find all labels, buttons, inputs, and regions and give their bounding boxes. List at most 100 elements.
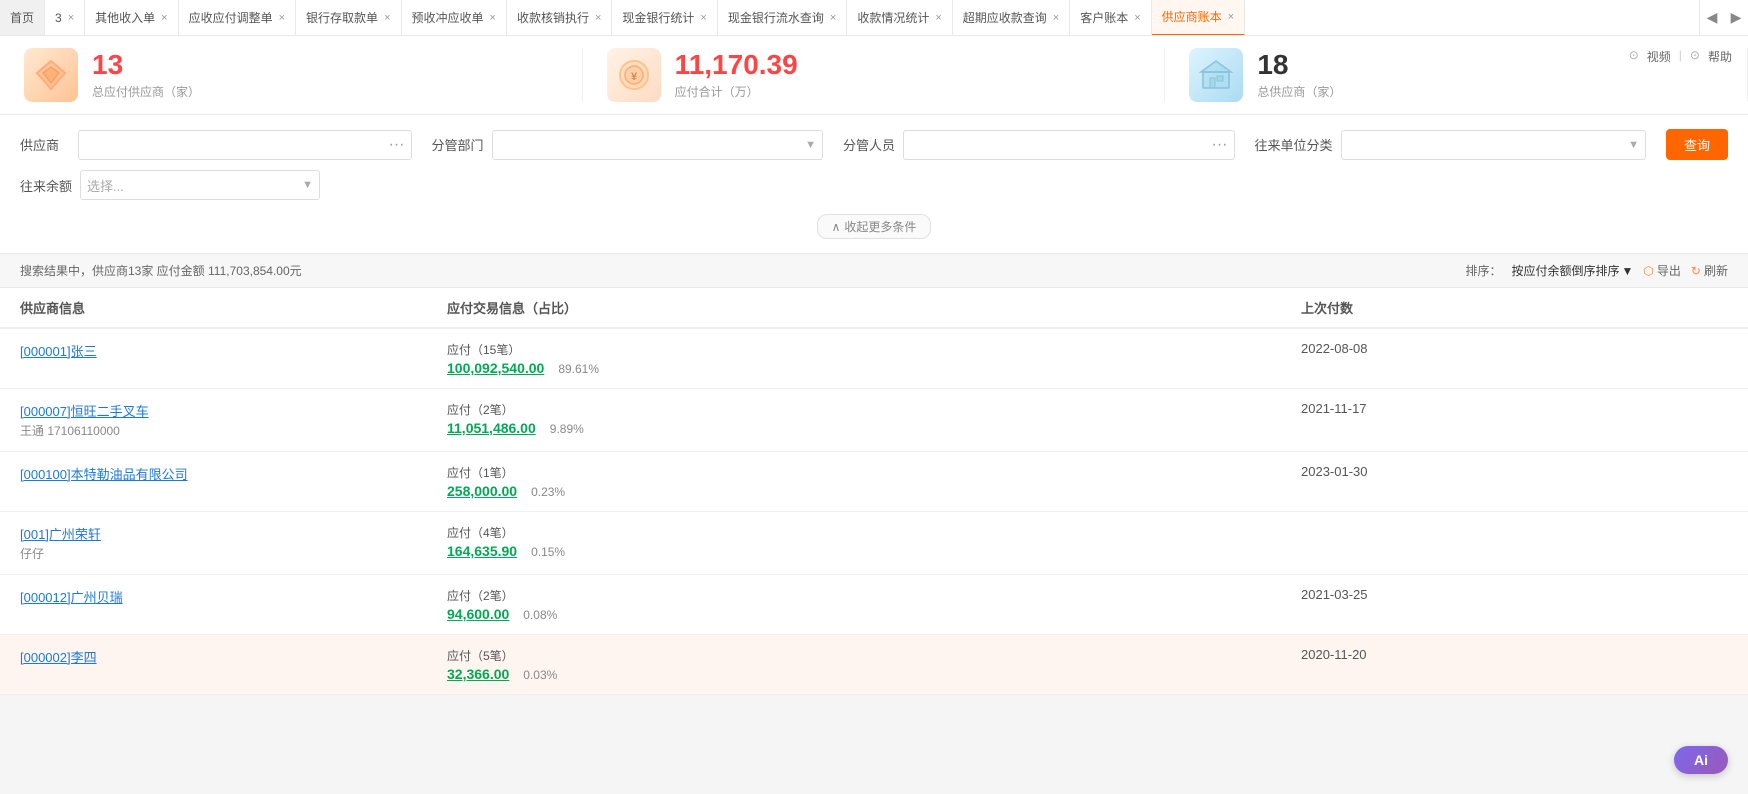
supplier-cell-2: [000007]恒旺二手叉车 王通 17106110000 bbox=[20, 401, 447, 439]
result-actions: 排序： 按应付余额倒序排序 ▼ ⬡ 导出 ↻ 刷新 bbox=[1466, 262, 1729, 279]
person-input-container[interactable]: ··· bbox=[903, 130, 1234, 160]
nav-tab-advance-collection-close[interactable]: × bbox=[490, 12, 496, 24]
top-right-links: ⊙ 视频 | ⊙ 帮助 bbox=[1629, 48, 1732, 65]
supplier-link-6[interactable]: [000002]李四 bbox=[20, 647, 447, 666]
tx-pct-6: 0.03% bbox=[523, 668, 557, 682]
ai-badge[interactable]: Ai bbox=[1674, 746, 1728, 774]
supplier-input-container[interactable]: ··· bbox=[78, 130, 412, 160]
search-area: 供应商 ··· 分管部门 ▼ 分管人员 ··· 往来单位分类 bbox=[0, 115, 1748, 254]
tx-amount-3[interactable]: 258,000.00 bbox=[447, 483, 517, 499]
tx-amount-2[interactable]: 11,051,486.00 bbox=[447, 420, 536, 436]
nav-tab-cash-bank-flow[interactable]: 现金银行流水查询 × bbox=[718, 0, 847, 36]
supplier-link-3[interactable]: [000100]本特勒油品有限公司 bbox=[20, 464, 447, 483]
stat-label-total-suppliers: 总供应商（家） bbox=[1257, 83, 1341, 100]
last-pay-cell-6: 2020-11-20 bbox=[1301, 647, 1728, 662]
supplier-link-5[interactable]: [000012]广州贝瑞 bbox=[20, 587, 447, 606]
nav-tab-overdue-ap[interactable]: 超期应收款查询 × bbox=[953, 0, 1070, 36]
supplier-cell-6: [000002]李四 bbox=[20, 647, 447, 666]
refresh-label: 刷新 bbox=[1704, 262, 1728, 279]
supplier-link-4[interactable]: [001]广州荣轩 bbox=[20, 524, 447, 543]
stat-item-suppliers-with-ap: 13 总应付供应商（家） bbox=[0, 48, 583, 102]
export-icon: ⬡ bbox=[1643, 264, 1653, 278]
sort-select[interactable]: 按应付余额倒序排序 ▼ bbox=[1512, 262, 1634, 279]
nav-tab-cash-bank-stat-close[interactable]: × bbox=[700, 12, 706, 24]
tx-amount-4[interactable]: 164,635.90 bbox=[447, 543, 517, 559]
nav-tab-bank-deposit-label: 银行存取款单 bbox=[306, 9, 378, 26]
refresh-button[interactable]: ↻ 刷新 bbox=[1691, 262, 1728, 279]
stat-number-ap-total: 11,170.39 bbox=[675, 50, 798, 81]
nav-tab-supplier-account[interactable]: 供应商账本 × bbox=[1152, 0, 1245, 36]
nav-tab-bank-deposit-close[interactable]: × bbox=[384, 12, 390, 24]
tx-amount-6[interactable]: 32,366.00 bbox=[447, 666, 509, 682]
data-table: 供应商信息 应付交易信息（占比） 上次付数 [000001]张三 应付（15笔）… bbox=[0, 288, 1748, 695]
help-link[interactable]: 帮助 bbox=[1708, 48, 1732, 65]
nav-tab-customer-account-label: 客户账本 bbox=[1080, 9, 1128, 26]
tx-amount-5[interactable]: 94,600.00 bbox=[447, 606, 509, 622]
query-button[interactable]: 查询 bbox=[1666, 129, 1728, 160]
nav-tab-other-income-close[interactable]: × bbox=[161, 12, 167, 24]
supplier-label: 供应商 bbox=[20, 135, 70, 154]
nav-tab-advance-collection[interactable]: 预收冲应收单 × bbox=[402, 0, 507, 36]
nav-arrow-container: ◀ ▶ bbox=[1699, 0, 1748, 36]
tx-label-1: 应付（15笔） bbox=[447, 341, 1301, 358]
nav-tab-ap-adjust[interactable]: 应收应付调整单 × bbox=[179, 0, 296, 36]
ai-badge-label: Ai bbox=[1694, 752, 1708, 768]
nav-tab-collection-verify-close[interactable]: × bbox=[595, 12, 601, 24]
col-header-last-pay: 上次付数 bbox=[1301, 298, 1728, 317]
nav-tab-collection-stat[interactable]: 收款情况统计 × bbox=[847, 0, 952, 36]
nav-tab-cash-bank-stat[interactable]: 现金银行统计 × bbox=[612, 0, 717, 36]
tx-pct-2: 9.89% bbox=[550, 422, 584, 436]
last-pay-cell-2: 2021-11-17 bbox=[1301, 401, 1728, 416]
supplier-dots-icon[interactable]: ··· bbox=[389, 136, 405, 154]
stat-icon-store bbox=[1189, 48, 1243, 102]
export-label: 导出 bbox=[1657, 262, 1681, 279]
person-dots-icon[interactable]: ··· bbox=[1212, 136, 1228, 154]
tx-label-5: 应付（2笔） bbox=[447, 587, 1301, 604]
tx-amount-1[interactable]: 100,092,540.00 bbox=[447, 360, 544, 376]
person-input[interactable] bbox=[910, 137, 1212, 152]
nav-tab-other-income[interactable]: 其他收入单 × bbox=[85, 0, 178, 36]
tx-pct-4: 0.15% bbox=[531, 545, 565, 559]
nav-tab-customer-account[interactable]: 客户账本 × bbox=[1070, 0, 1151, 36]
nav-tab-bank-deposit[interactable]: 银行存取款单 × bbox=[296, 0, 401, 36]
unit-class-select[interactable]: ▼ bbox=[1341, 130, 1646, 160]
nav-tab-supplier-account-label: 供应商账本 bbox=[1162, 8, 1222, 25]
nav-tab-collection-stat-close[interactable]: × bbox=[935, 12, 941, 24]
last-pay-cell-1: 2022-08-08 bbox=[1301, 341, 1728, 356]
export-button[interactable]: ⬡ 导出 bbox=[1643, 262, 1681, 279]
tx-info-6: 32,366.00 0.03% bbox=[447, 664, 1301, 682]
nav-tab-overdue-ap-label: 超期应收款查询 bbox=[963, 9, 1047, 26]
person-field: 分管人员 ··· bbox=[843, 130, 1235, 160]
nav-tab-collection-stat-label: 收款情况统计 bbox=[857, 9, 929, 26]
nav-tab-advance-collection-label: 预收冲应收单 bbox=[412, 9, 484, 26]
nav-tab-ap-adjust-close[interactable]: × bbox=[279, 12, 285, 24]
supplier-link-2[interactable]: [000007]恒旺二手叉车 bbox=[20, 401, 447, 420]
collapse-button[interactable]: ∧ 收起更多条件 bbox=[817, 214, 932, 239]
nav-tab-3-label: 3 bbox=[55, 11, 62, 25]
video-link[interactable]: 视频 bbox=[1647, 48, 1671, 65]
stat-icon-coin: ¥ bbox=[607, 48, 661, 102]
supplier-link-1[interactable]: [000001]张三 bbox=[20, 341, 447, 360]
tx-info-4: 164,635.90 0.15% bbox=[447, 541, 1301, 559]
nav-tab-customer-account-close[interactable]: × bbox=[1134, 12, 1140, 24]
nav-tab-collection-verify[interactable]: 收款核销执行 × bbox=[507, 0, 612, 36]
last-pay-3: 2023-01-30 bbox=[1301, 464, 1368, 479]
nav-tab-cash-bank-flow-close[interactable]: × bbox=[830, 12, 836, 24]
collapse-bar: ∧ 收起更多条件 bbox=[20, 210, 1728, 243]
balance-select[interactable]: 选择... ▼ bbox=[80, 170, 320, 200]
nav-tab-3[interactable]: 3 × bbox=[45, 0, 85, 36]
stat-item-ap-total: ¥ 11,170.39 应付合计（万） bbox=[583, 48, 1166, 102]
tx-cell-6: 应付（5笔） 32,366.00 0.03% bbox=[447, 647, 1301, 682]
nav-arrow-left-button[interactable]: ◀ bbox=[1700, 0, 1724, 36]
nav-tab-3-close[interactable]: × bbox=[68, 12, 74, 24]
svg-text:¥: ¥ bbox=[631, 71, 638, 83]
supplier-input[interactable] bbox=[85, 137, 389, 152]
last-pay-2: 2021-11-17 bbox=[1301, 401, 1367, 416]
nav-tab-overdue-ap-close[interactable]: × bbox=[1053, 12, 1059, 24]
nav-tab-supplier-account-close[interactable]: × bbox=[1228, 11, 1234, 23]
supplier-sub-2: 王通 17106110000 bbox=[20, 422, 447, 439]
nav-tab-home[interactable]: 首页 bbox=[0, 0, 45, 36]
nav-arrow-right-button[interactable]: ▶ bbox=[1724, 0, 1748, 36]
dept-select[interactable]: ▼ bbox=[492, 130, 823, 160]
top-navigation: 首页 3 × 其他收入单 × 应收应付调整单 × 银行存取款单 × 预收冲应收单… bbox=[0, 0, 1748, 36]
